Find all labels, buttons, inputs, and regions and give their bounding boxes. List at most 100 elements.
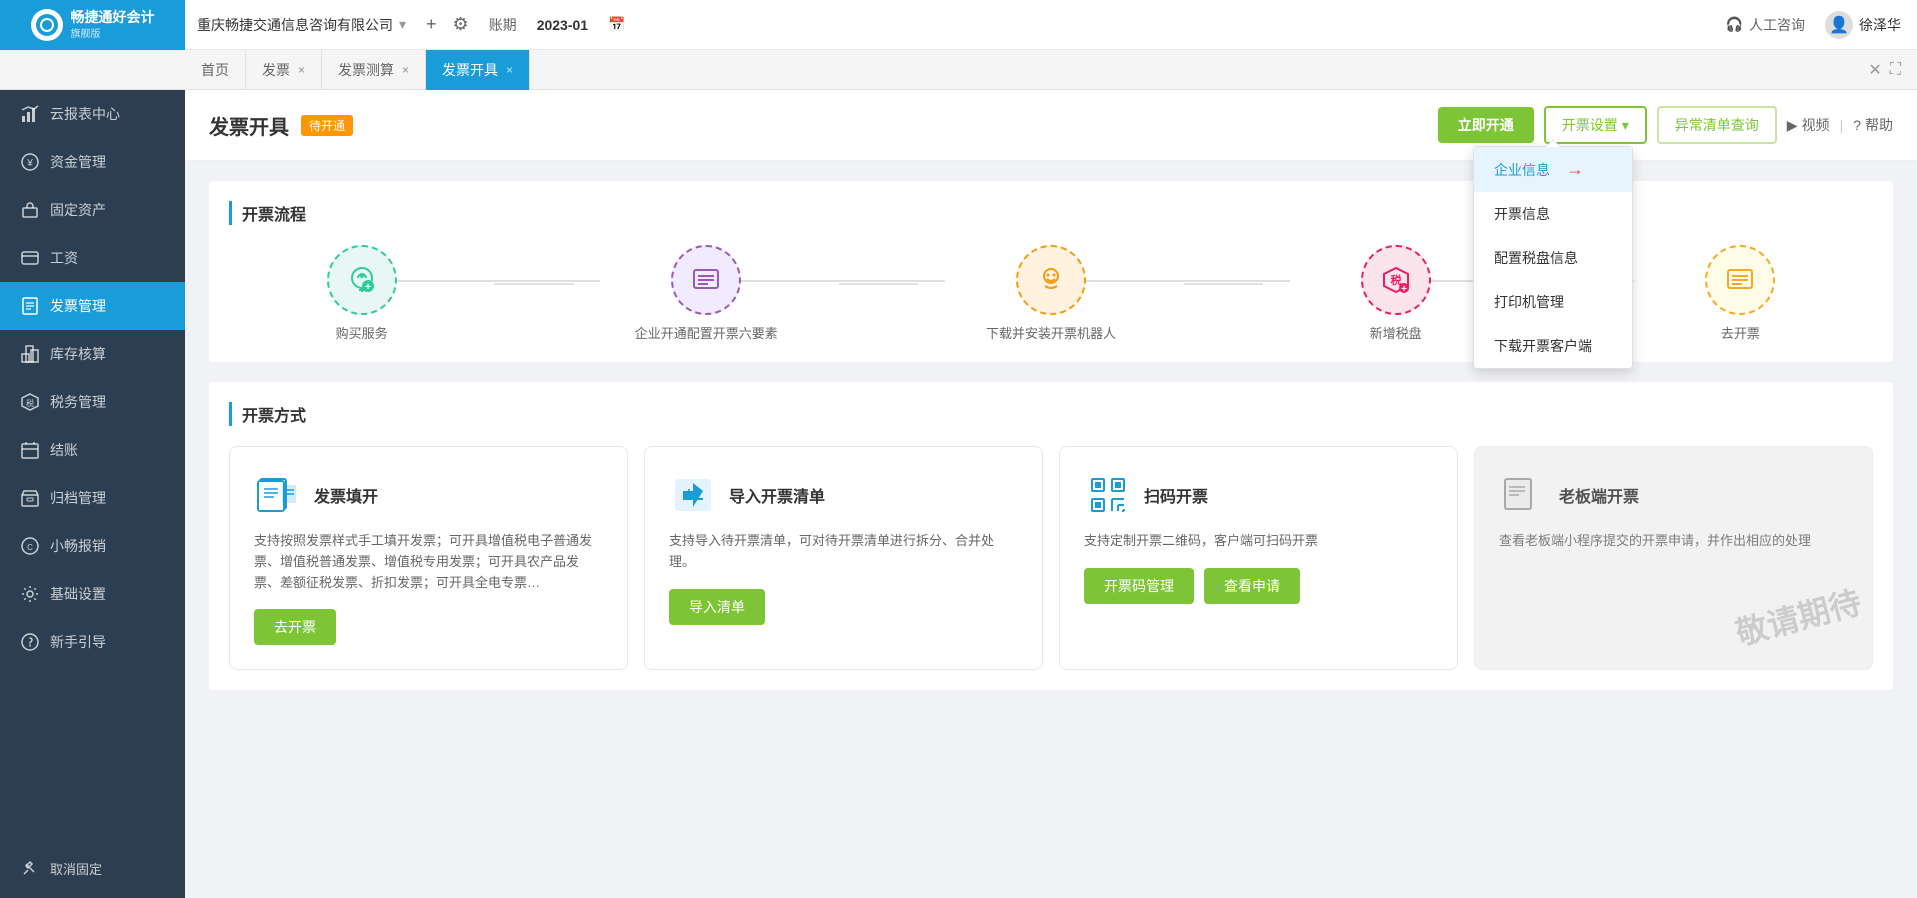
settings-dropdown-menu: 企业信息 → 开票信息 配置税盘信息 打印机管理 下载开票客户端 [1473,146,1633,369]
tab-invoice-calc[interactable]: 发票测算 × [322,50,426,90]
pin-icon [20,858,40,878]
sidebar-item-cloud-report[interactable]: 云报表中心 [0,90,185,138]
method-title-scan: 扫码开票 [1144,483,1208,507]
help-button[interactable]: ? 帮助 [1853,115,1893,135]
activate-button[interactable]: 立即开通 [1438,107,1534,143]
sidebar-item-archive[interactable]: 归档管理 [0,474,185,522]
tab-maximize-button[interactable]: ⛶ [1890,61,1901,79]
sidebar-item-fund[interactable]: ¥ 资金管理 [0,138,185,186]
method-desc-import: 支持导入待开票清单，可对待开票清单进行拆分、合并处理。 [669,531,1018,573]
sidebar-item-salary[interactable]: 工资 [0,234,185,282]
sidebar-label-cloud-report: 云报表中心 [50,104,120,124]
sidebar-label-asset: 固定资产 [50,200,106,220]
avatar: 👤 [1825,11,1853,39]
dropdown-item-download-client[interactable]: 下载开票客户端 [1474,324,1632,368]
sidebar-item-invoice[interactable]: 发票管理 [0,282,185,330]
tab-home[interactable]: 首页 [185,50,246,90]
tab-bar: 首页 发票 × 发票测算 × 发票开具 × ✕ ⛶ [0,50,1917,90]
dropdown-item-company-info[interactable]: 企业信息 → [1474,147,1632,192]
sidebar-item-guide[interactable]: 新手引导 [0,618,185,666]
sidebar-bottom: 取消固定 [0,838,185,898]
settings-button[interactable]: ⚙ [453,14,469,35]
company-selector[interactable]: 重庆畅捷交通信息咨询有限公司 ▾ [185,15,418,35]
sidebar-label-tax: 税务管理 [50,392,106,412]
svg-text:C: C [27,543,33,552]
dropdown-item-tax-config[interactable]: 配置税盘信息 [1474,236,1632,280]
method-desc-scan: 支持定制开票二维码，客户端可扫码开票 [1084,531,1433,552]
exception-button[interactable]: 异常清单查询 [1657,106,1777,144]
tab-bar-actions: ✕ ⛶ [1868,60,1917,80]
step-3-icon [1016,245,1086,315]
dropdown-item-printer[interactable]: 打印机管理 [1474,280,1632,324]
company-name: 重庆畅捷交通信息咨询有限公司 [197,15,393,35]
help-label: 帮助 [1865,115,1893,135]
sidebar-item-expense[interactable]: C 小畅报销 [0,522,185,570]
scan-invoice-icon [1084,471,1132,519]
step-connector-2 [839,283,919,285]
step-connector-3 [1184,283,1264,285]
step-connector-1 [494,283,574,285]
logo-text-group: 畅捷通好会计 旗舰版 [71,9,155,41]
page-title: 发票开具 [209,111,289,140]
method-btn-fill[interactable]: 去开票 [254,609,336,645]
flow-section: 开票流程 + 购买服务 企业开通配置开票六要素 [209,181,1893,362]
top-bar: 畅捷通好会计 旗舰版 重庆畅捷交通信息咨询有限公司 ▾ + ⚙ 账期 2023-… [0,0,1917,50]
period-value: 2023-01 [537,17,588,33]
sidebar-label-invoice: 发票管理 [50,296,106,316]
method-header-fill: 发票填开 [254,471,603,519]
status-badge: 待开通 [301,115,353,136]
svg-text:¥: ¥ [26,158,33,169]
archive-icon [20,488,40,508]
invoice-icon [20,296,40,316]
svg-text:税: 税 [26,398,34,408]
fill-invoice-icon [254,471,302,519]
period-label: 账期 [489,15,517,35]
sidebar-pin-button[interactable]: 取消固定 [0,848,185,888]
method-btn-scan-code[interactable]: 开票码管理 [1084,568,1194,604]
methods-grid: 发票填开 支持按照发票样式手工填开发票；可开具增值税电子普通发票、增值税普通发票… [229,446,1873,670]
tab-invoice-close[interactable]: × [298,63,305,77]
tab-invoice[interactable]: 发票 × [246,50,322,90]
tab-invoice-calc-close[interactable]: × [402,63,409,77]
dropdown-item-invoice-info[interactable]: 开票信息 [1474,192,1632,236]
chevron-down-icon: ▾ [399,16,406,33]
method-header-boss: 老板端开票 [1499,471,1848,519]
boss-invoice-icon [1499,471,1547,519]
sidebar-item-inventory[interactable]: 库存核算 [0,330,185,378]
calendar-icon[interactable]: 📅 [608,16,625,33]
salary-icon [20,248,40,268]
step-3-label: 下载并安装开票机器人 [986,323,1116,342]
video-button[interactable]: ▶ 视频 [1787,115,1830,135]
sidebar-item-tax[interactable]: 税 税务管理 [0,378,185,426]
tab-invoice-open-close[interactable]: × [506,63,513,77]
dropdown-label-company-info: 企业信息 [1494,160,1550,180]
step-4-label: 新增税盘 [1370,323,1422,342]
user-info[interactable]: 👤 徐泽华 [1825,11,1901,39]
method-title-import: 导入开票清单 [729,483,825,507]
method-btn-scan-apply[interactable]: 查看申请 [1204,568,1300,604]
sidebar-label-fund: 资金管理 [50,152,106,172]
main-layout: 云报表中心 ¥ 资金管理 固定资产 工资 [0,90,1917,898]
method-card-boss: 老板端开票 查看老板端小程序提交的开票申请，并作出相应的处理 敬请期待 [1474,446,1873,670]
sidebar-item-basic-setting[interactable]: 基础设置 [0,570,185,618]
step-5-label: 去开票 [1721,323,1760,342]
inventory-icon [20,344,40,364]
method-btn-import[interactable]: 导入清单 [669,589,765,625]
sidebar-item-settle[interactable]: 结账 [0,426,185,474]
pin-label: 取消固定 [50,859,102,878]
service-button[interactable]: 🎧 人工咨询 [1726,15,1805,35]
app-name: 畅捷通好会计 [71,9,155,26]
dropdown-label-download-client: 下载开票客户端 [1494,336,1592,356]
add-tab-button[interactable]: + [426,14,437,35]
step-5-icon [1705,245,1775,315]
headset-icon: 🎧 [1726,16,1743,33]
method-desc-boss: 查看老板端小程序提交的开票申请，并作出相应的处理 [1499,531,1848,552]
tab-invoice-open[interactable]: 发票开具 × [426,50,530,90]
sidebar-item-asset[interactable]: 固定资产 [0,186,185,234]
setting-icon [20,584,40,604]
dropdown-label-printer: 打印机管理 [1494,292,1564,312]
service-label: 人工咨询 [1749,15,1805,35]
flow-step-1: + 购买服务 [229,245,494,342]
tab-close-button[interactable]: ✕ [1868,60,1881,80]
flow-step-3: 下载并安装开票机器人 [918,245,1183,342]
